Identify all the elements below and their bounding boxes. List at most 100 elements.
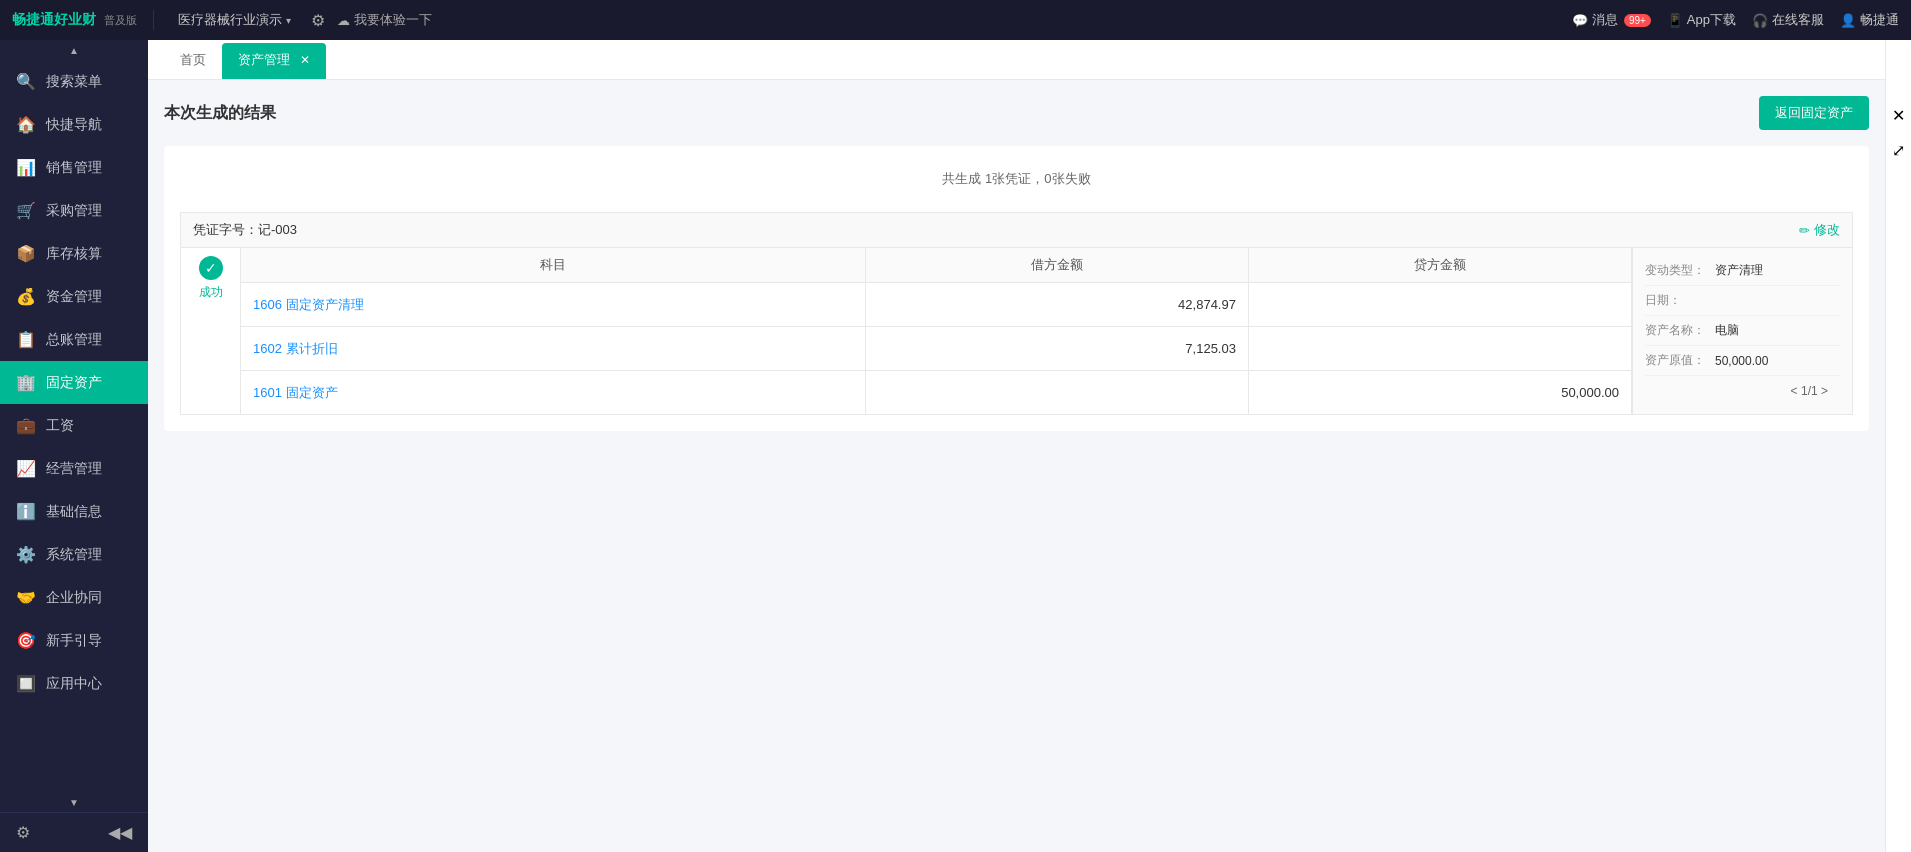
content-area: 首页 资产管理 ✕ 本次生成的结果 返回固定资产 共生成 1张凭证，0张失败 bbox=[148, 40, 1885, 852]
sidebar-item-payroll[interactable]: 💼 工资 bbox=[0, 404, 148, 447]
asset-name-label: 资产名称： bbox=[1645, 322, 1715, 339]
page-title: 本次生成的结果 bbox=[164, 103, 276, 124]
cloud-icon: ☁ bbox=[337, 13, 350, 28]
col-subject: 科目 bbox=[241, 248, 865, 283]
expand-panel-button[interactable]: ⤢ bbox=[1886, 135, 1911, 166]
app-download-action[interactable]: 📱 App下载 bbox=[1667, 11, 1736, 29]
prev-page-btn[interactable]: < bbox=[1791, 384, 1798, 398]
tab-asset-management[interactable]: 资产管理 ✕ bbox=[222, 43, 326, 79]
table-row: 1602 累计折旧 7,125.03 bbox=[241, 327, 1632, 371]
settings-icon[interactable]: ⚙ bbox=[307, 7, 329, 34]
chevron-down-icon: ▾ bbox=[286, 15, 291, 26]
fund-icon: 💰 bbox=[16, 287, 36, 306]
debit-cell-1: 7,125.03 bbox=[865, 327, 1248, 371]
tab-bar: 首页 资产管理 ✕ bbox=[148, 40, 1885, 80]
payroll-icon: 💼 bbox=[16, 416, 36, 435]
change-type-label: 变动类型： bbox=[1645, 262, 1715, 279]
sidebar-item-ledger[interactable]: 📋 总账管理 bbox=[0, 318, 148, 361]
voucher-header: 凭证字号：记-003 ✏ 修改 bbox=[180, 212, 1853, 248]
app-edition: 普及版 bbox=[104, 13, 137, 28]
search-icon: 🔍 bbox=[16, 72, 36, 91]
sidebar-item-guide[interactable]: 🎯 新手引导 bbox=[0, 619, 148, 662]
tab-home[interactable]: 首页 bbox=[164, 43, 222, 79]
user-action[interactable]: 👤 畅捷通 bbox=[1840, 11, 1899, 29]
info-row-change-type: 变动类型： 资产清理 bbox=[1645, 256, 1840, 286]
page-info: 1/1 bbox=[1801, 384, 1821, 398]
header-left: 畅捷通好业财 普及版 医疗器械行业演示 ▾ ⚙ ☁ 我要体验一下 bbox=[12, 7, 432, 34]
result-summary: 共生成 1张凭证，0张失败 bbox=[180, 162, 1853, 196]
sidebar-item-fund[interactable]: 💰 资金管理 bbox=[0, 275, 148, 318]
sidebar-item-system[interactable]: ⚙️ 系统管理 bbox=[0, 533, 148, 576]
service-icon: 🎧 bbox=[1752, 13, 1768, 28]
info-row-asset-value: 资产原值： 50,000.00 bbox=[1645, 346, 1840, 376]
check-circle: ✓ bbox=[199, 256, 223, 280]
asset-value-value: 50,000.00 bbox=[1715, 354, 1768, 368]
close-panel-button[interactable]: ✕ bbox=[1886, 100, 1911, 131]
info-row-asset-name: 资产名称： 电脑 bbox=[1645, 316, 1840, 346]
edit-button[interactable]: ✏ 修改 bbox=[1799, 221, 1840, 239]
voucher-section: 凭证字号：记-003 ✏ 修改 ✓ bbox=[180, 212, 1853, 415]
subject-cell-1[interactable]: 1602 累计折旧 bbox=[241, 327, 865, 371]
date-label: 日期： bbox=[1645, 292, 1715, 309]
status-text: 成功 bbox=[199, 284, 223, 301]
sidebar-item-inventory[interactable]: 📦 库存核算 bbox=[0, 232, 148, 275]
subject-cell-2[interactable]: 1601 固定资产 bbox=[241, 371, 865, 414]
voucher-number: 凭证字号：记-003 bbox=[193, 221, 297, 239]
guide-icon: 🎯 bbox=[16, 631, 36, 650]
operations-icon: 📈 bbox=[16, 459, 36, 478]
return-button[interactable]: 返回固定资产 bbox=[1759, 96, 1869, 130]
online-service-action[interactable]: 🎧 在线客服 bbox=[1752, 11, 1824, 29]
sidebar-item-sales[interactable]: 📊 销售管理 bbox=[0, 146, 148, 189]
system-icon: ⚙️ bbox=[16, 545, 36, 564]
credit-cell-2: 50,000.00 bbox=[1248, 371, 1631, 414]
basic-info-icon: ℹ️ bbox=[16, 502, 36, 521]
experience-button[interactable]: ☁ 我要体验一下 bbox=[337, 11, 432, 29]
debit-cell-2 bbox=[865, 371, 1248, 414]
message-badge: 99+ bbox=[1624, 14, 1651, 27]
credit-cell-0 bbox=[1248, 283, 1631, 327]
download-icon: 📱 bbox=[1667, 13, 1683, 28]
voucher-table-wrap: ✓ 成功 科目 借方金额 贷方金额 bbox=[180, 248, 1853, 415]
sidebar-item-search[interactable]: 🔍 搜索菜单 bbox=[0, 60, 148, 103]
sidebar-item-fixed-assets[interactable]: 🏢 固定资产 bbox=[0, 361, 148, 404]
edit-icon: ✏ bbox=[1799, 223, 1810, 238]
sidebar-item-quick-nav[interactable]: 🏠 快捷导航 bbox=[0, 103, 148, 146]
voucher-table: 科目 借方金额 贷方金额 1606 固定资产清理 42,874.97 bbox=[241, 248, 1632, 414]
sidebar-bottom: ⚙ ◀◀ bbox=[0, 812, 148, 852]
pagination: < 1/1 > bbox=[1645, 376, 1840, 406]
sidebar-scroll-up[interactable]: ▲ bbox=[0, 40, 148, 60]
col-debit: 借方金额 bbox=[865, 248, 1248, 283]
sidebar-item-operations[interactable]: 📈 经营管理 bbox=[0, 447, 148, 490]
inventory-icon: 📦 bbox=[16, 244, 36, 263]
company-name: 医疗器械行业演示 bbox=[178, 11, 282, 29]
sidebar: ▲ 🔍 搜索菜单 🏠 快捷导航 📊 销售管理 🛒 采购管理 📦 库存核算 bbox=[0, 40, 148, 852]
sidebar-item-enterprise[interactable]: 🤝 企业协同 bbox=[0, 576, 148, 619]
table-row: 1601 固定资产 50,000.00 bbox=[241, 371, 1632, 414]
sales-icon: 📊 bbox=[16, 158, 36, 177]
header-right: 💬 消息 99+ 📱 App下载 🎧 在线客服 👤 畅捷通 bbox=[1572, 11, 1899, 29]
sidebar-scroll-down[interactable]: ▼ bbox=[0, 792, 148, 812]
sidebar-item-basic-info[interactable]: ℹ️ 基础信息 bbox=[0, 490, 148, 533]
col-credit: 贷方金额 bbox=[1248, 248, 1631, 283]
main-layout: ▲ 🔍 搜索菜单 🏠 快捷导航 📊 销售管理 🛒 采购管理 📦 库存核算 bbox=[0, 40, 1911, 852]
app-logo: 畅捷通好业财 bbox=[12, 11, 96, 29]
credit-cell-1 bbox=[1248, 327, 1631, 371]
sidebar-item-app-center[interactable]: 🔲 应用中心 bbox=[0, 662, 148, 705]
tab-close-icon[interactable]: ✕ bbox=[300, 53, 310, 67]
subject-cell-0[interactable]: 1606 固定资产清理 bbox=[241, 283, 865, 327]
next-page-btn[interactable]: > bbox=[1821, 384, 1828, 398]
sidebar-settings-icon[interactable]: ⚙ bbox=[16, 823, 30, 842]
result-header: 本次生成的结果 返回固定资产 bbox=[164, 96, 1869, 130]
message-icon: 💬 bbox=[1572, 13, 1588, 28]
top-header: 畅捷通好业财 普及版 医疗器械行业演示 ▾ ⚙ ☁ 我要体验一下 💬 消息 99… bbox=[0, 0, 1911, 40]
change-type-value: 资产清理 bbox=[1715, 262, 1763, 279]
status-cell: ✓ 成功 bbox=[181, 248, 241, 414]
debit-cell-0: 42,874.97 bbox=[865, 283, 1248, 327]
sidebar-collapse-icon[interactable]: ◀◀ bbox=[108, 823, 132, 842]
right-panel-controls: ✕ ⤢ bbox=[1885, 40, 1911, 852]
sidebar-item-purchase[interactable]: 🛒 采购管理 bbox=[0, 189, 148, 232]
company-selector[interactable]: 医疗器械行业演示 ▾ bbox=[170, 11, 299, 29]
message-action[interactable]: 💬 消息 99+ bbox=[1572, 11, 1651, 29]
user-icon: 👤 bbox=[1840, 13, 1856, 28]
home-icon: 🏠 bbox=[16, 115, 36, 134]
